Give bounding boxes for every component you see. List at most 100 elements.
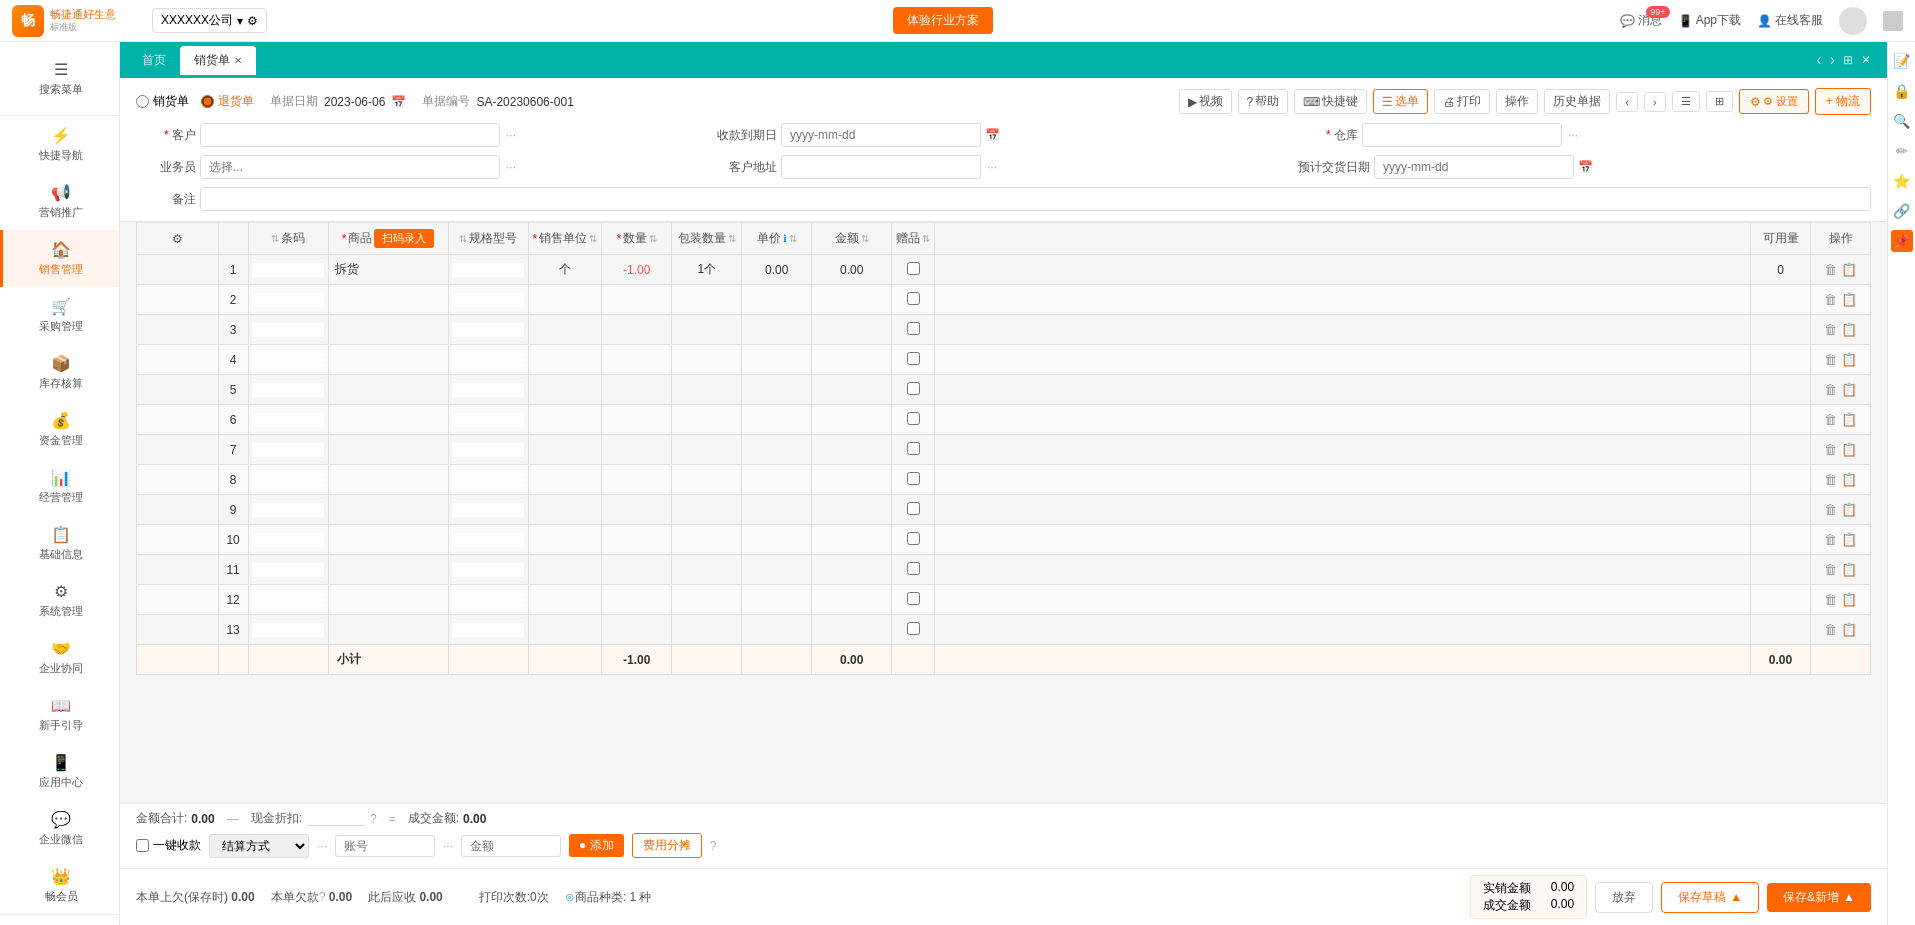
tab-sales-order[interactable]: 销货单 ✕ xyxy=(180,46,256,75)
expected-date-input[interactable] xyxy=(1374,155,1574,179)
delete-row-10[interactable]: 🗑 xyxy=(1824,532,1837,547)
settlement-method-select[interactable]: 结算方式 xyxy=(209,834,309,858)
right-tool-search[interactable]: 🔍 xyxy=(1891,110,1913,132)
warehouse-dots[interactable]: ··· xyxy=(1568,128,1578,142)
right-tool-notes[interactable]: 📝 xyxy=(1891,50,1913,72)
copy-row-5[interactable]: 📋 xyxy=(1841,382,1857,397)
barcode-cell-3[interactable] xyxy=(253,323,324,337)
sidebar-item-app-center[interactable]: 📱 应用中心 xyxy=(0,743,119,800)
info-icon[interactable]: ℹ xyxy=(783,233,787,244)
receive-date-calendar-icon[interactable]: 📅 xyxy=(985,128,1000,142)
shortcut-btn[interactable]: ⌨ 快捷键 xyxy=(1294,89,1367,114)
delete-row-1[interactable]: 🗑 xyxy=(1824,262,1837,277)
copy-row-8[interactable]: 📋 xyxy=(1841,472,1857,487)
right-tool-link[interactable]: 🔗 xyxy=(1891,200,1913,222)
barcode-cell-2[interactable] xyxy=(253,293,324,307)
tab-close-icon[interactable]: ✕ xyxy=(234,55,242,66)
sidebar-item-wechat[interactable]: 💬 企业微信 xyxy=(0,800,119,857)
online-service-btn[interactable]: 👤 在线客服 xyxy=(1757,12,1823,29)
account-input[interactable] xyxy=(335,835,435,857)
sidebar-item-search[interactable]: ☰ 搜索菜单 xyxy=(6,50,113,107)
spec-cell-7[interactable] xyxy=(453,443,524,457)
customer-input[interactable] xyxy=(200,123,500,147)
grid-view-icon[interactable]: ⊞ xyxy=(1706,91,1733,112)
company-selector[interactable]: XXXXXX公司 ▾ ⚙ xyxy=(152,8,267,33)
tab-home[interactable]: 首页 xyxy=(128,46,180,75)
delete-row-5[interactable]: 🗑 xyxy=(1824,382,1837,397)
sidebar-item-marketing[interactable]: 📢 营销推广 xyxy=(0,173,119,230)
delete-row-2[interactable]: 🗑 xyxy=(1824,292,1837,307)
addr-dots[interactable]: ··· xyxy=(987,160,997,174)
gift-checkbox-6[interactable] xyxy=(907,412,920,425)
logistics-btn[interactable]: + 物流 xyxy=(1815,88,1871,115)
spec-cell-2[interactable] xyxy=(453,293,524,307)
barcode-cell-8[interactable] xyxy=(253,473,324,487)
discount-input[interactable] xyxy=(306,811,366,826)
sidebar-item-system[interactable]: ⚙ 系统管理 xyxy=(0,572,119,629)
settings-btn[interactable]: ⚙ ⚙ 设置 xyxy=(1739,89,1809,114)
copy-row-4[interactable]: 📋 xyxy=(1841,352,1857,367)
gift-checkbox-8[interactable] xyxy=(907,472,920,485)
gift-checkbox-4[interactable] xyxy=(907,352,920,365)
spec-cell-3[interactable] xyxy=(453,323,524,337)
copy-row-9[interactable]: 📋 xyxy=(1841,502,1857,517)
sidebar-item-inventory[interactable]: 📦 库存核算 xyxy=(0,344,119,401)
gift-checkbox-9[interactable] xyxy=(907,502,920,515)
gift-checkbox-10[interactable] xyxy=(907,532,920,545)
sidebar-item-cooperation[interactable]: 🤝 企业协同 xyxy=(0,629,119,686)
spec-cell-11[interactable] xyxy=(453,563,524,577)
spec-cell-10[interactable] xyxy=(453,533,524,547)
delete-row-3[interactable]: 🗑 xyxy=(1824,322,1837,337)
next-page-icon[interactable]: › xyxy=(1644,92,1666,112)
salesperson-input[interactable] xyxy=(200,155,500,179)
copy-row-6[interactable]: 📋 xyxy=(1841,412,1857,427)
delete-row-8[interactable]: 🗑 xyxy=(1824,472,1837,487)
delete-row-12[interactable]: 🗑 xyxy=(1824,592,1837,607)
save-new-btn[interactable]: 保存&新增 ▲ xyxy=(1767,883,1871,912)
warehouse-input[interactable]: 建材仓 xyxy=(1362,123,1562,147)
account-dots[interactable]: ··· xyxy=(443,839,453,853)
nav-next-icon[interactable]: › xyxy=(1830,51,1835,69)
discard-btn[interactable]: 放弃 xyxy=(1595,882,1653,913)
radio-return-order[interactable]: 退货单 xyxy=(201,93,254,110)
spec-cell-13[interactable] xyxy=(453,623,524,637)
help-btn[interactable]: ? 帮助 xyxy=(1238,89,1289,114)
spec-cell-1[interactable] xyxy=(453,263,524,277)
col-settings[interactable]: ⚙ xyxy=(137,223,219,255)
gift-checkbox-1[interactable] xyxy=(907,262,920,275)
delete-row-11[interactable]: 🗑 xyxy=(1824,562,1837,577)
split-info-icon[interactable]: ? xyxy=(710,839,717,853)
expected-date-calendar-icon[interactable]: 📅 xyxy=(1578,160,1593,174)
spec-cell-5[interactable] xyxy=(453,383,524,397)
delete-row-7[interactable]: 🗑 xyxy=(1824,442,1837,457)
sidebar-item-operation[interactable]: 📊 经营管理 xyxy=(0,458,119,515)
barcode-cell-12[interactable] xyxy=(253,593,324,607)
one-click-payment-checkbox[interactable]: 一键收款 xyxy=(136,837,201,854)
delete-row-13[interactable]: 🗑 xyxy=(1824,622,1837,637)
barcode-cell-1[interactable] xyxy=(253,263,324,277)
right-tool-star[interactable]: ⭐ xyxy=(1891,170,1913,192)
delete-row-9[interactable]: 🗑 xyxy=(1824,502,1837,517)
barcode-cell-7[interactable] xyxy=(253,443,324,457)
barcode-cell-11[interactable] xyxy=(253,563,324,577)
sidebar-item-sales[interactable]: 🏠 销售管理 xyxy=(0,230,119,287)
customer-addr-input[interactable] xyxy=(781,155,981,179)
app-download-btn[interactable]: 📱 App下载 xyxy=(1678,12,1741,29)
spec-cell-4[interactable] xyxy=(453,353,524,367)
right-tool-edit[interactable]: ✏ xyxy=(1891,140,1913,162)
split-btn[interactable]: 费用分摊 xyxy=(632,833,702,858)
copy-row-2[interactable]: 📋 xyxy=(1841,292,1857,307)
notes-input[interactable] xyxy=(200,187,1871,211)
right-tool-lock[interactable]: 🔒 xyxy=(1891,80,1913,102)
copy-row-10[interactable]: 📋 xyxy=(1841,532,1857,547)
list-view-icon[interactable]: ☰ xyxy=(1672,91,1700,112)
copy-row-1[interactable]: 📋 xyxy=(1841,262,1857,277)
customer-dots[interactable]: ··· xyxy=(506,128,516,142)
maximize-icon[interactable]: ⊞ xyxy=(1843,53,1853,67)
delete-row-6[interactable]: 🗑 xyxy=(1824,412,1837,427)
gift-checkbox-2[interactable] xyxy=(907,292,920,305)
spec-cell-6[interactable] xyxy=(453,413,524,427)
sidebar-item-finance[interactable]: 💰 资金管理 xyxy=(0,401,119,458)
nav-prev-icon[interactable]: ‹ xyxy=(1816,51,1821,69)
barcode-cell-4[interactable] xyxy=(253,353,324,367)
